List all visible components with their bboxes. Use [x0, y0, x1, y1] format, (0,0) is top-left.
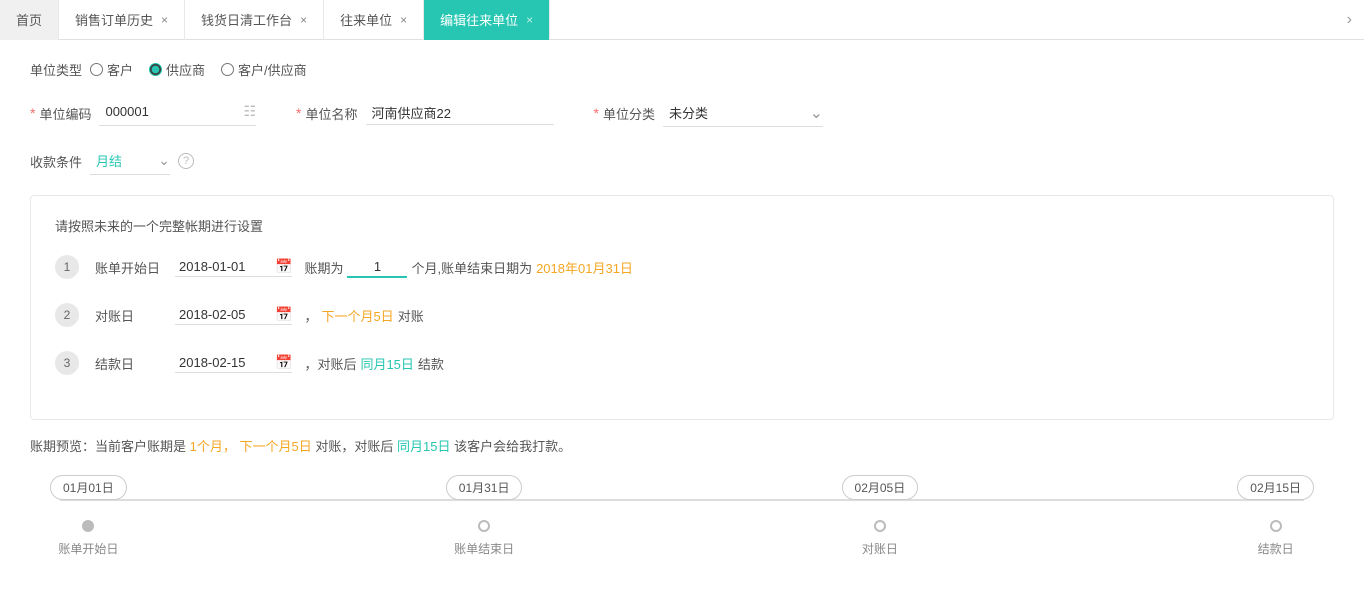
period-row-1: 1 账单开始日 📅 账期为 个月,账单结束日期为 2018年01月31日	[55, 255, 1309, 279]
unit-type-radio-group: 客户 供应商 客户/供应商	[90, 60, 307, 79]
period-label-1: 账单开始日	[95, 258, 175, 277]
tab-sales-history[interactable]: 销售订单历史 ×	[59, 0, 185, 40]
radio-both[interactable]: 客户/供应商	[221, 60, 307, 79]
timeline-dot-2	[478, 520, 490, 532]
unit-name-input[interactable]	[366, 101, 554, 125]
payment-terms-arrow-icon[interactable]: ⌄	[158, 152, 170, 169]
period-label-2: 对账日	[95, 306, 175, 325]
period-end-date-highlight: 2018年01月31日	[536, 258, 633, 277]
tab-edit-partner[interactable]: 编辑往来单位 ×	[424, 0, 550, 40]
code-name-category-row: * 单位编码 ☷ * 单位名称 * 单位分类 未分类 ⌄	[30, 99, 1334, 127]
period-row-2: 2 对账日 📅 ， 下一个月5日 对账	[55, 303, 1309, 327]
period-num-2: 2	[55, 303, 79, 327]
timeline-badge-4: 02月15日	[1237, 475, 1314, 500]
period-label-3: 结款日	[95, 354, 175, 373]
unit-type-item: 单位类型 客户 供应商 客户/供应商	[30, 60, 307, 79]
unit-category-select[interactable]: 未分类 ⌄	[663, 99, 823, 127]
period-date-2-input[interactable]	[175, 305, 275, 324]
timeline-badge-2: 01月31日	[446, 475, 523, 500]
unit-type-row: 单位类型 客户 供应商 客户/供应商	[30, 60, 1334, 79]
period-month-input[interactable]	[347, 257, 407, 278]
timeline-node-1: 01月01日 账单开始日	[50, 475, 127, 557]
category-dropdown-icon[interactable]: ⌄	[810, 103, 823, 123]
timeline-label-4: 结款日	[1258, 540, 1294, 557]
payment-terms-label: 收款条件	[30, 152, 82, 171]
timeline-dot-4	[1270, 520, 1282, 532]
period-row-3: 3 结款日 📅 ，对账后 同月15日 结款	[55, 351, 1309, 375]
period-box: 请按照未来的一个完整帐期进行设置 1 账单开始日 📅 账期为 个月,账单结束日期…	[30, 195, 1334, 420]
tab-partners[interactable]: 往来单位 ×	[324, 0, 424, 40]
timeline-node-4: 02月15日 结款日	[1237, 475, 1314, 557]
unit-category-item: * 单位分类 未分类 ⌄	[594, 99, 823, 127]
copy-icon[interactable]: ☷	[243, 103, 256, 120]
unit-code-label: 单位编码	[39, 104, 91, 123]
unit-code-input-wrap: ☷	[99, 100, 256, 126]
timeline-dot-3	[874, 520, 886, 532]
timeline-badge-3: 02月05日	[842, 475, 919, 500]
calendar-icon-1[interactable]: 📅	[275, 258, 292, 275]
timeline-label-2: 账单结束日	[454, 540, 514, 557]
period-desc-3: ，对账后 同月15日 结款	[304, 354, 444, 373]
calendar-icon-3[interactable]: 📅	[275, 354, 292, 371]
unit-name-star: *	[296, 105, 301, 121]
period-num-1: 1	[55, 255, 79, 279]
payment-date-highlight: 同月15日	[360, 354, 413, 373]
timeline-label-3: 对账日	[862, 540, 898, 557]
timeline-label-1: 账单开始日	[58, 540, 118, 557]
preview-text: 账期预览：当前客户账期是 1个月， 下一个月5日 对账，对账后 同月15日 该客…	[30, 436, 1334, 455]
radio-supplier[interactable]: 供应商	[149, 60, 205, 79]
unit-code-star: *	[30, 105, 35, 121]
tab-close-cash-daily[interactable]: ×	[300, 13, 307, 27]
radio-customer[interactable]: 客户	[90, 60, 133, 79]
period-date-2-wrap: 📅	[175, 305, 292, 325]
tab-bar: 首页 销售订单历史 × 钱货日清工作台 × 往来单位 × 编辑往来单位 × ›	[0, 0, 1364, 40]
timeline-dot-1	[82, 520, 94, 532]
unit-code-item: * 单位编码 ☷	[30, 100, 256, 126]
unit-type-label: 单位类型	[30, 60, 82, 79]
main-content: 单位类型 客户 供应商 客户/供应商 * 单位编码	[0, 40, 1364, 608]
tab-home[interactable]: 首页	[0, 0, 59, 40]
payment-terms-value: 月结	[90, 147, 158, 174]
unit-category-label: 单位分类	[603, 104, 655, 123]
radio-supplier-input[interactable]	[149, 63, 162, 76]
preview-payment: 同月15日	[397, 439, 450, 454]
preview-reconcile: 下一个月5日	[240, 439, 312, 454]
period-date-1-wrap: 📅	[175, 257, 292, 277]
timeline-node-3: 02月05日 对账日	[842, 475, 919, 557]
period-num-3: 3	[55, 351, 79, 375]
radio-customer-input[interactable]	[90, 63, 103, 76]
tab-expand-button[interactable]: ›	[1335, 11, 1364, 29]
tab-close-edit-partner[interactable]: ×	[526, 13, 533, 27]
unit-category-star: *	[594, 105, 599, 121]
period-box-title: 请按照未来的一个完整帐期进行设置	[55, 216, 1309, 235]
timeline-nodes: 01月01日 账单开始日 01月31日 账单结束日 02月05日 对账日 02月…	[30, 475, 1334, 557]
preview-month: 1个月，	[190, 439, 236, 454]
timeline-node-2: 01月31日 账单结束日	[446, 475, 523, 557]
tab-cash-daily[interactable]: 钱货日清工作台 ×	[185, 0, 324, 40]
tab-close-sales-history[interactable]: ×	[161, 13, 168, 27]
unit-name-item: * 单位名称	[296, 101, 553, 125]
period-desc-1: 账期为 个月,账单结束日期为 2018年01月31日	[304, 257, 632, 278]
payment-terms-item: 收款条件 月结 ⌄ ?	[30, 147, 194, 175]
payment-terms-select[interactable]: 月结 ⌄	[90, 147, 170, 175]
help-icon[interactable]: ?	[178, 153, 194, 169]
radio-both-input[interactable]	[221, 63, 234, 76]
timeline: 01月01日 账单开始日 01月31日 账单结束日 02月05日 对账日 02月…	[30, 475, 1334, 555]
reconcile-date-highlight: 下一个月5日	[321, 306, 393, 325]
timeline-badge-1: 01月01日	[50, 475, 127, 500]
period-date-1-input[interactable]	[175, 257, 275, 276]
period-desc-2: ， 下一个月5日 对账	[304, 306, 423, 325]
tab-close-partners[interactable]: ×	[400, 13, 407, 27]
period-date-3-wrap: 📅	[175, 353, 292, 373]
payment-terms-row: 收款条件 月结 ⌄ ?	[30, 147, 1334, 175]
calendar-icon-2[interactable]: 📅	[275, 306, 292, 323]
unit-name-label: 单位名称	[305, 104, 357, 123]
unit-code-input[interactable]	[99, 100, 239, 123]
unit-category-value: 未分类	[663, 99, 810, 126]
period-date-3-input[interactable]	[175, 353, 275, 372]
